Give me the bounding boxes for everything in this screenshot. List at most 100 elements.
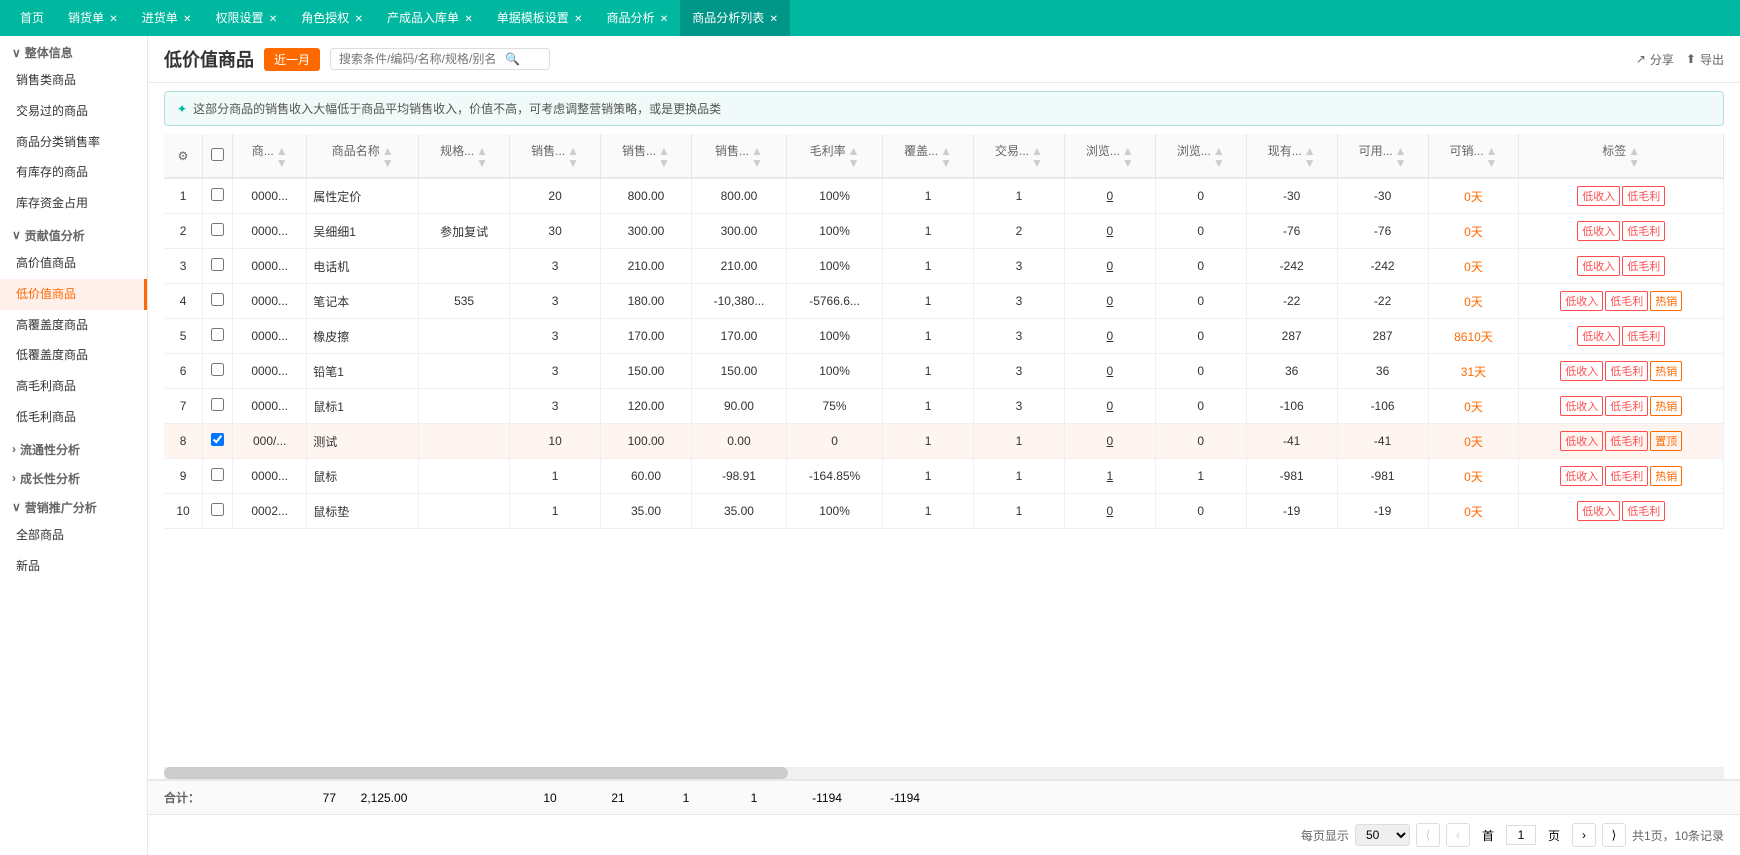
- tag-低毛利[interactable]: 低毛利: [1622, 256, 1665, 276]
- row-view1[interactable]: 0: [1064, 284, 1155, 319]
- sidebar-item-high-margin[interactable]: 高毛利商品: [0, 371, 147, 402]
- col-tags[interactable]: 标签▲▼: [1519, 134, 1724, 178]
- col-sales-price[interactable]: 销售...▲▼: [601, 134, 692, 178]
- nav-role-close[interactable]: ✕: [355, 14, 363, 25]
- sidebar-item-all-goods[interactable]: 全部商品: [0, 520, 147, 551]
- sidebar-item-category-rate[interactable]: 商品分类销售率: [0, 127, 147, 158]
- tag-置顶[interactable]: 置顶: [1650, 431, 1682, 451]
- row-checkbox[interactable]: [211, 433, 224, 446]
- first-page-button[interactable]: ⟨: [1416, 823, 1440, 847]
- tag-低毛利[interactable]: 低毛利: [1622, 326, 1665, 346]
- sidebar-group-growth[interactable]: › 成长性分析: [0, 462, 147, 491]
- row-checkbox[interactable]: [211, 363, 224, 376]
- tag-低收入[interactable]: 低收入: [1577, 186, 1620, 206]
- sidebar-item-sales-goods[interactable]: 销售类商品: [0, 65, 147, 96]
- row-checkbox[interactable]: [211, 223, 224, 236]
- tag-低收入[interactable]: 低收入: [1560, 291, 1603, 311]
- tag-低毛利[interactable]: 低毛利: [1605, 466, 1648, 486]
- nav-sales[interactable]: 销货单 ✕: [56, 0, 130, 36]
- row-view1[interactable]: 0: [1064, 424, 1155, 459]
- nav-product-stock-close[interactable]: ✕: [464, 14, 472, 25]
- tag-热销[interactable]: 热销: [1650, 396, 1682, 416]
- row-checkbox[interactable]: [211, 293, 224, 306]
- col-settings[interactable]: ⚙: [164, 134, 203, 178]
- sidebar-item-low-coverage[interactable]: 低覆盖度商品: [0, 340, 147, 371]
- nav-home[interactable]: 首页: [8, 0, 56, 36]
- search-input[interactable]: [339, 52, 499, 66]
- nav-permissions-close[interactable]: ✕: [269, 14, 277, 25]
- tag-低毛利[interactable]: 低毛利: [1622, 221, 1665, 241]
- row-checkbox[interactable]: [211, 258, 224, 271]
- tag-低收入[interactable]: 低收入: [1577, 326, 1620, 346]
- tag-低毛利[interactable]: 低毛利: [1605, 431, 1648, 451]
- row-checkbox[interactable]: [211, 328, 224, 341]
- export-button[interactable]: ⬆ 导出: [1686, 51, 1724, 68]
- col-gross-margin[interactable]: 毛利率▲▼: [787, 134, 883, 178]
- row-checkbox[interactable]: [211, 468, 224, 481]
- col-available-stock[interactable]: 可用...▲▼: [1337, 134, 1428, 178]
- last-page-button[interactable]: ⟩: [1602, 823, 1626, 847]
- row-view1[interactable]: 0: [1064, 319, 1155, 354]
- row-checkbox[interactable]: [211, 398, 224, 411]
- tag-热销[interactable]: 热销: [1650, 361, 1682, 381]
- table-container[interactable]: ⚙ 商...▲▼ 商品名称▲▼ 规格...▲▼ 销售...▲▼ 销售...▲▼ …: [148, 134, 1740, 767]
- row-view1[interactable]: 1: [1064, 459, 1155, 494]
- tag-低收入[interactable]: 低收入: [1560, 361, 1603, 381]
- nav-goods-analysis[interactable]: 商品分析 ✕: [595, 0, 681, 36]
- nav-product-stock[interactable]: 产成品入库单 ✕: [375, 0, 485, 36]
- row-view1[interactable]: 0: [1064, 178, 1155, 214]
- col-trans[interactable]: 交易...▲▼: [974, 134, 1065, 178]
- col-sales-qty[interactable]: 销售...▲▼: [510, 134, 601, 178]
- tag-热销[interactable]: 热销: [1650, 466, 1682, 486]
- page-size-select[interactable]: 50 100 200: [1355, 824, 1410, 846]
- row-view1[interactable]: 0: [1064, 389, 1155, 424]
- nav-goods-analysis-close[interactable]: ✕: [660, 14, 668, 25]
- col-coverage[interactable]: 覆盖...▲▼: [883, 134, 974, 178]
- sidebar-group-contribution[interactable]: ∨ 贡献值分析: [0, 219, 147, 248]
- nav-goods-list-close[interactable]: ✕: [770, 14, 778, 25]
- col-code[interactable]: 商...▲▼: [233, 134, 307, 178]
- col-sellable[interactable]: 可销...▲▼: [1428, 134, 1519, 178]
- tag-低毛利[interactable]: 低毛利: [1622, 186, 1665, 206]
- tag-低毛利[interactable]: 低毛利: [1605, 361, 1648, 381]
- tag-低毛利[interactable]: 低毛利: [1605, 291, 1648, 311]
- sidebar-item-stock-capital[interactable]: 库存资金占用: [0, 188, 147, 219]
- sidebar-group-marketing[interactable]: ∨ 营销推广分析: [0, 491, 147, 520]
- row-checkbox[interactable]: [211, 188, 224, 201]
- col-sales-cost[interactable]: 销售...▲▼: [691, 134, 786, 178]
- row-view1[interactable]: 0: [1064, 249, 1155, 284]
- col-spec[interactable]: 规格...▲▼: [419, 134, 510, 178]
- sidebar-item-high-coverage[interactable]: 高覆盖度商品: [0, 310, 147, 341]
- sidebar-group-overall[interactable]: ∨ 整体信息: [0, 36, 147, 65]
- nav-permissions[interactable]: 权限设置 ✕: [204, 0, 290, 36]
- col-check[interactable]: [203, 134, 233, 178]
- tag-低收入[interactable]: 低收入: [1560, 396, 1603, 416]
- row-checkbox[interactable]: [211, 503, 224, 516]
- row-view1[interactable]: 0: [1064, 354, 1155, 389]
- sidebar-item-low-margin[interactable]: 低毛利商品: [0, 402, 147, 433]
- filter-button[interactable]: 近一月: [264, 48, 320, 71]
- sidebar-group-liquidity[interactable]: › 流通性分析: [0, 433, 147, 462]
- search-icon[interactable]: 🔍: [505, 52, 520, 66]
- tag-低收入[interactable]: 低收入: [1560, 431, 1603, 451]
- col-current-stock[interactable]: 现有...▲▼: [1246, 134, 1337, 178]
- sidebar-item-traded-goods[interactable]: 交易过的商品: [0, 96, 147, 127]
- col-view1[interactable]: 浏览...▲▼: [1064, 134, 1155, 178]
- share-button[interactable]: ↗ 分享: [1636, 51, 1674, 68]
- prev-page-button[interactable]: ‹: [1446, 823, 1470, 847]
- nav-sales-close[interactable]: ✕: [109, 14, 117, 25]
- select-all-checkbox[interactable]: [211, 148, 224, 161]
- nav-template-close[interactable]: ✕: [574, 14, 582, 25]
- nav-template[interactable]: 单据模板设置 ✕: [485, 0, 595, 36]
- nav-purchase-close[interactable]: ✕: [183, 14, 191, 25]
- scrollbar-thumb[interactable]: [164, 767, 788, 779]
- sidebar-item-new-goods[interactable]: 新品: [0, 551, 147, 582]
- sidebar-item-stock-goods[interactable]: 有库存的商品: [0, 157, 147, 188]
- horizontal-scrollbar[interactable]: [164, 767, 1724, 779]
- tag-低收入[interactable]: 低收入: [1577, 221, 1620, 241]
- page-number-input[interactable]: [1506, 825, 1536, 845]
- sidebar-item-low-value[interactable]: 低价值商品: [0, 279, 147, 310]
- tag-低收入[interactable]: 低收入: [1560, 466, 1603, 486]
- tag-低毛利[interactable]: 低毛利: [1622, 501, 1665, 521]
- tag-热销[interactable]: 热销: [1650, 291, 1682, 311]
